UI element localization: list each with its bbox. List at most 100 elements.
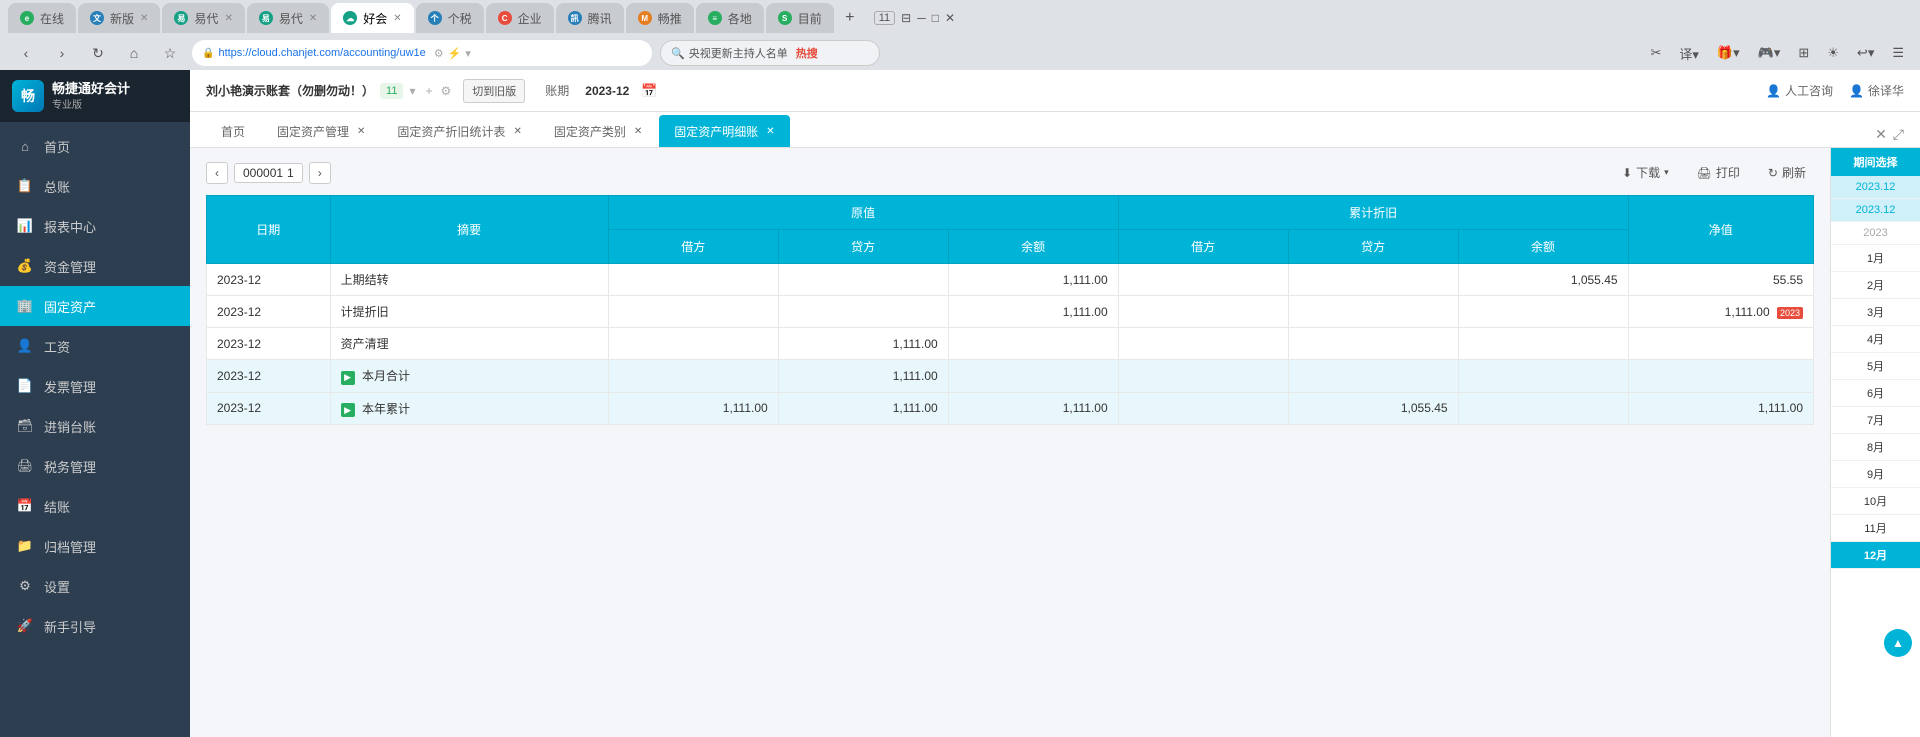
sidebar-item-guide[interactable]: 🚀 新手引导 bbox=[0, 606, 190, 646]
download-button[interactable]: ⬇ 下载 ▾ bbox=[1614, 160, 1677, 185]
sidebar-item-tax[interactable]: 🖨 税务管理 bbox=[0, 446, 190, 486]
translate-icon[interactable]: 译▾ bbox=[1675, 42, 1703, 65]
browser-tab-yidai1[interactable]: 易 易代 ✕ bbox=[162, 3, 244, 33]
browser-tab-haohui[interactable]: ☁ 好会 ✕ bbox=[331, 3, 413, 33]
bookmark-button[interactable]: ☆ bbox=[156, 39, 184, 67]
home-button[interactable]: ⌂ bbox=[120, 39, 148, 67]
forward-button[interactable]: › bbox=[48, 39, 76, 67]
tab-close-haohui[interactable]: ✕ bbox=[393, 13, 401, 24]
browser-tab-geshui[interactable]: 个 个税 bbox=[416, 3, 484, 33]
maximize-icon[interactable]: □ bbox=[932, 11, 939, 25]
period-item-feb[interactable]: 2月 bbox=[1831, 272, 1920, 299]
period-item-end[interactable]: 2023.12 bbox=[1831, 199, 1920, 222]
sidebar-item-checkout[interactable]: 📅 结账 bbox=[0, 486, 190, 526]
period-item-oct[interactable]: 10月 bbox=[1831, 488, 1920, 515]
tab-close-yidai2[interactable]: ✕ bbox=[309, 13, 317, 24]
sidebar-item-fixed[interactable]: 🏢 固定资产 bbox=[0, 286, 190, 326]
dropdown-icon[interactable]: ▾ bbox=[409, 84, 415, 98]
settings-small-icon[interactable]: ⚙ bbox=[440, 84, 451, 98]
add-company-icon[interactable]: + bbox=[425, 84, 432, 98]
print-button[interactable]: 🖨 打印 bbox=[1689, 160, 1748, 185]
tab-fixed-depr-close[interactable]: ✕ bbox=[513, 126, 521, 137]
sidebar-item-settings[interactable]: ⚙ 设置 bbox=[0, 566, 190, 606]
period-item-apr[interactable]: 4月 bbox=[1831, 326, 1920, 353]
sidebar-item-report[interactable]: 📊 报表中心 bbox=[0, 206, 190, 246]
browser-tab-muqian[interactable]: S 目前 bbox=[766, 3, 834, 33]
browser-tab-gedi[interactable]: ≡ 各地 bbox=[696, 3, 764, 33]
wallet-icon[interactable]: 🎁▾ bbox=[1713, 43, 1744, 63]
refresh-button[interactable]: ↻ 刷新 bbox=[1760, 160, 1814, 185]
sidebar-item-fund[interactable]: 💰 资金管理 bbox=[0, 246, 190, 286]
tab-close-new[interactable]: ✕ bbox=[140, 13, 148, 24]
sidebar-item-salary[interactable]: 👤 工资 bbox=[0, 326, 190, 366]
theme-icon[interactable]: ☀ bbox=[1823, 43, 1843, 63]
next-page-button[interactable]: › bbox=[309, 162, 331, 184]
ledger-icon: 📋 bbox=[16, 177, 34, 195]
period-item-aug[interactable]: 8月 bbox=[1831, 434, 1920, 461]
browser-tab-changtui[interactable]: M 畅推 bbox=[626, 3, 694, 33]
page-info: 000001 1 bbox=[234, 163, 303, 183]
row-orig-credit-4: 1,111.00 bbox=[778, 392, 948, 425]
menu-icon[interactable]: ☰ bbox=[1888, 43, 1908, 63]
period-item-nov[interactable]: 11月 bbox=[1831, 515, 1920, 542]
sidebar-item-ledger[interactable]: 📋 总账 bbox=[0, 166, 190, 206]
row-summary-3: ▶ 本月合计 bbox=[330, 360, 608, 393]
support-label: 人工咨询 bbox=[1785, 82, 1833, 99]
tab-fixed-cat[interactable]: 固定资产类别 ✕ bbox=[539, 115, 657, 147]
close-icon[interactable]: ✕ bbox=[945, 11, 955, 25]
close-page-icon[interactable]: ✕ bbox=[1875, 126, 1887, 143]
scroll-to-top-button[interactable]: ▲ bbox=[1884, 629, 1912, 657]
row-orig-credit-0 bbox=[778, 264, 948, 296]
summary-icon-monthly: ▶ bbox=[341, 371, 355, 385]
period-item-start[interactable]: 2023.12 bbox=[1831, 176, 1920, 199]
period-item-jul[interactable]: 7月 bbox=[1831, 407, 1920, 434]
tab-fixed-depr[interactable]: 固定资产折旧统计表 ✕ bbox=[382, 115, 536, 147]
tab-label-yidai1: 易代 bbox=[194, 10, 218, 27]
tab-close-yidai1[interactable]: ✕ bbox=[224, 13, 232, 24]
sidebar-item-archive[interactable]: 📁 归档管理 bbox=[0, 526, 190, 566]
browser-tab-new[interactable]: 文 新版 ✕ bbox=[78, 3, 160, 33]
tab-fixed-cat-close[interactable]: ✕ bbox=[634, 126, 642, 137]
sidebar-item-archive-label: 归档管理 bbox=[44, 537, 96, 556]
switch-version-button[interactable]: 切到旧版 bbox=[463, 79, 525, 103]
sidebar-item-home[interactable]: ⌂ 首页 bbox=[0, 126, 190, 166]
calendar-icon[interactable]: 📅 bbox=[641, 83, 657, 99]
tab-bar: e 在线 文 新版 ✕ 易 易代 ✕ 易 易代 ✕ ☁ 好会 ✕ 个 bbox=[0, 0, 1920, 36]
minimize-icon[interactable]: ─ bbox=[917, 11, 926, 25]
user-action[interactable]: 👤 徐译华 bbox=[1849, 82, 1904, 99]
human-support-action[interactable]: 👤 人工咨询 bbox=[1766, 82, 1833, 99]
url-bar[interactable]: 🔒 https://cloud.chanjet.com/accounting/u… bbox=[192, 40, 652, 66]
search-bar[interactable]: 🔍 央视更新主持人名单 热搜 bbox=[660, 40, 880, 66]
tab-fixed-mgmt[interactable]: 固定资产管理 ✕ bbox=[262, 115, 380, 147]
period-item-jan[interactable]: 1月 bbox=[1831, 245, 1920, 272]
period-item-may[interactable]: 5月 bbox=[1831, 353, 1920, 380]
period-item-sep[interactable]: 9月 bbox=[1831, 461, 1920, 488]
restore-window-icon[interactable]: ⊟ bbox=[901, 11, 911, 25]
tab-fixed-ledger[interactable]: 固定资产明细账 ✕ bbox=[659, 115, 789, 147]
browser-tab-tengxun[interactable]: 訊 腾讯 bbox=[556, 3, 624, 33]
period-item-dec[interactable]: 12月 bbox=[1831, 542, 1920, 569]
prev-page-button[interactable]: ‹ bbox=[206, 162, 228, 184]
period-item-jun[interactable]: 6月 bbox=[1831, 380, 1920, 407]
grid-icon[interactable]: ⊞ bbox=[1794, 43, 1813, 63]
period-item-year[interactable]: 2023 bbox=[1831, 222, 1920, 245]
fixed-asset-icon: 🏢 bbox=[16, 297, 34, 315]
new-tab-button[interactable]: + bbox=[836, 4, 864, 32]
scissors-icon[interactable]: ✂ bbox=[1646, 43, 1665, 63]
tab-fixed-ledger-close[interactable]: ✕ bbox=[766, 126, 774, 137]
expand-page-icon[interactable]: ⤢ bbox=[1893, 126, 1904, 143]
row-depr-credit-2 bbox=[1288, 328, 1458, 360]
game-icon[interactable]: 🎮▾ bbox=[1754, 43, 1785, 63]
refresh-button[interactable]: ↻ bbox=[84, 39, 112, 67]
undo-icon[interactable]: ↩▾ bbox=[1853, 43, 1878, 63]
back-button[interactable]: ‹ bbox=[12, 39, 40, 67]
browser-tab-yidai2[interactable]: 易 易代 ✕ bbox=[247, 3, 329, 33]
browser-tab-qiye[interactable]: C 企业 bbox=[486, 3, 554, 33]
tab-home[interactable]: 首页 bbox=[206, 115, 260, 147]
browser-tab-online[interactable]: e 在线 bbox=[8, 3, 76, 33]
url-dropdown-icon[interactable]: ▾ bbox=[465, 47, 471, 60]
sidebar-item-invoice[interactable]: 📄 发票管理 bbox=[0, 366, 190, 406]
tab-fixed-mgmt-close[interactable]: ✕ bbox=[357, 126, 365, 137]
period-item-mar[interactable]: 3月 bbox=[1831, 299, 1920, 326]
sidebar-item-purchase[interactable]: 🗃 进销台账 bbox=[0, 406, 190, 446]
